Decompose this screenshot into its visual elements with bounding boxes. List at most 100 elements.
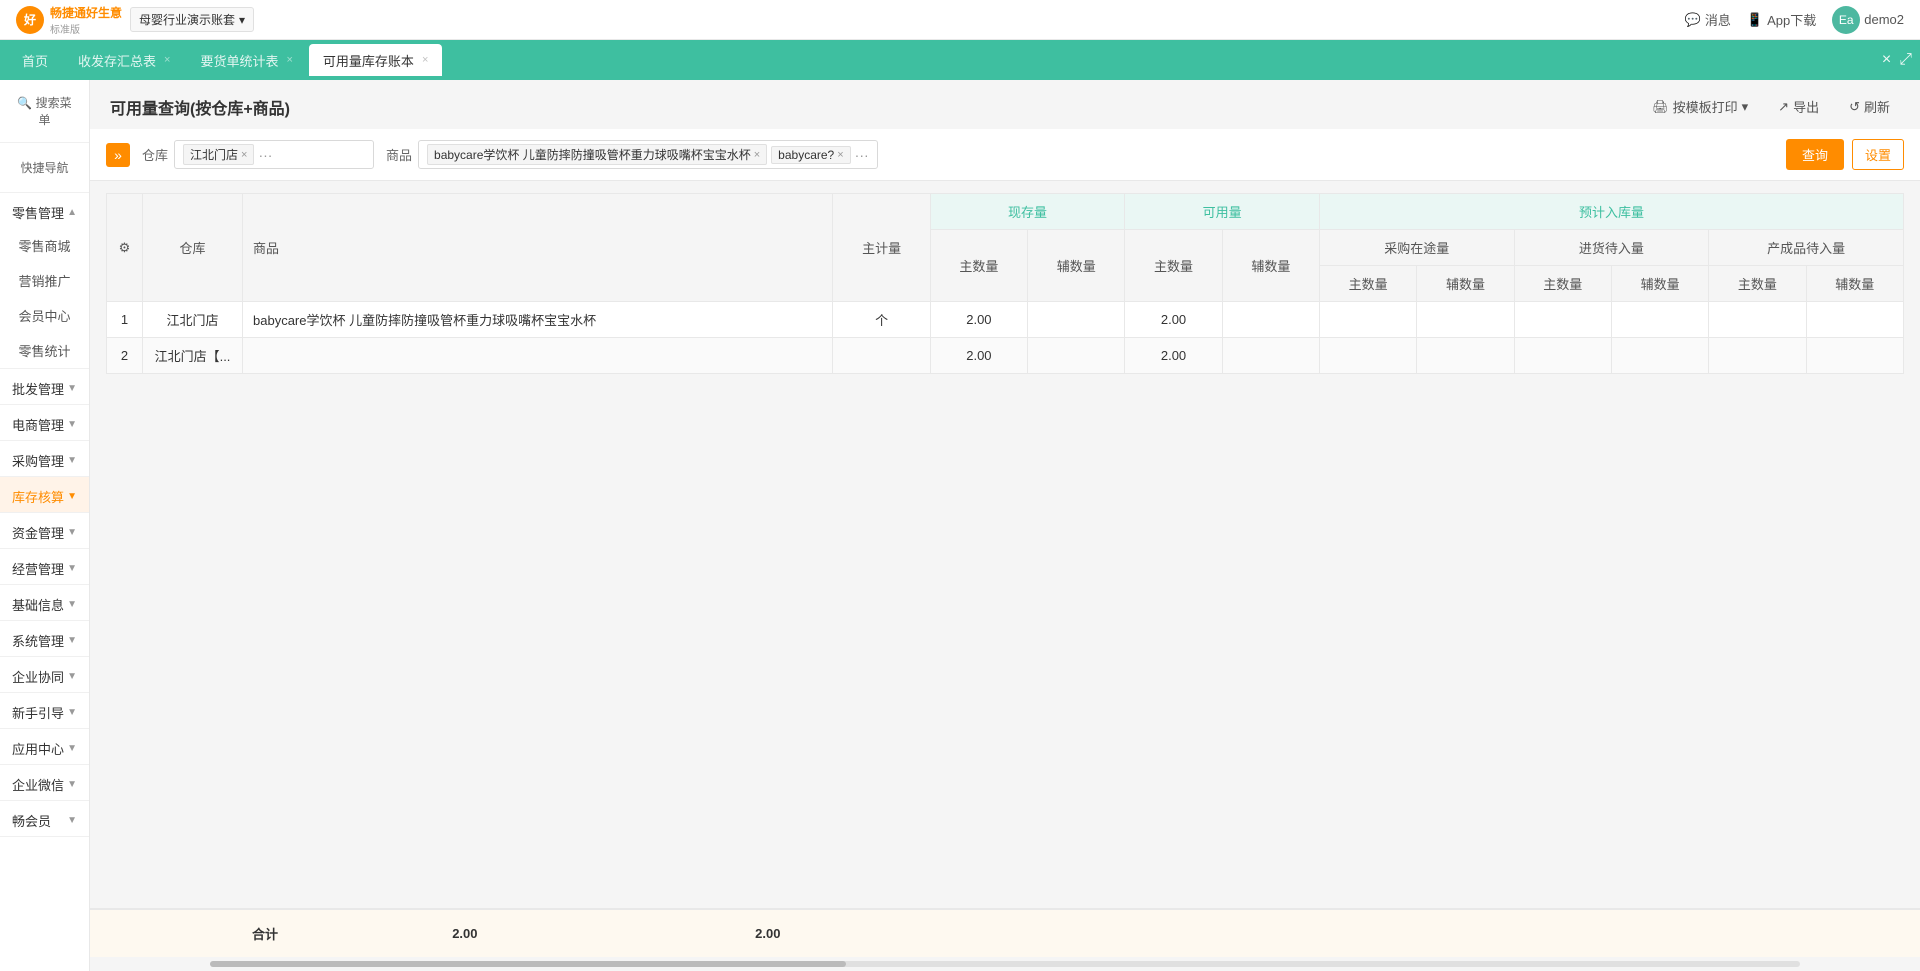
col-incoming-aux-header: 辅数量 <box>1611 266 1708 302</box>
sidebar-section-header-basic[interactable]: 基础信息 ▼ <box>0 585 89 620</box>
sidebar: 🔍 搜索菜单 快捷导航 零售管理 ▲ 零售商城 营销推广 会员中心 <box>0 80 90 971</box>
download-icon: 📱 <box>1747 12 1763 28</box>
chevron-down-icon: ▼ <box>67 707 77 718</box>
close-window-button[interactable]: × <box>1882 51 1891 69</box>
search-menu-button[interactable]: 🔍 搜索菜单 <box>8 90 81 132</box>
message-button[interactable]: 💬 消息 <box>1685 10 1731 29</box>
sidebar-section-enterprise-wechat: 企业微信 ▼ <box>0 765 89 801</box>
product-tag-1: babycare? × <box>771 146 850 164</box>
sidebar-section-header-enterprise[interactable]: 企业协同 ▼ <box>0 657 89 692</box>
sidebar-section-header-system[interactable]: 系统管理 ▼ <box>0 621 89 656</box>
industry-selector[interactable]: 母婴行业演示账套 ▾ <box>130 7 254 32</box>
sidebar-item-marketing[interactable]: 营销推广 <box>0 263 89 298</box>
sidebar-section-header-purchase[interactable]: 采购管理 ▼ <box>0 441 89 476</box>
sidebar-section-header-vip[interactable]: 畅会员 ▼ <box>0 801 89 836</box>
tab-available-stock[interactable]: 可用量库存账本 × <box>309 44 442 76</box>
chevron-down-icon: ▼ <box>67 419 77 430</box>
main-layout: 🔍 搜索菜单 快捷导航 零售管理 ▲ 零售商城 营销推广 会员中心 <box>0 80 1920 971</box>
close-icon[interactable]: × <box>164 54 170 66</box>
sidebar-section-enterprise: 企业协同 ▼ <box>0 657 89 693</box>
scrollbar-thumb[interactable] <box>210 961 846 967</box>
sidebar-section-operations: 经营管理 ▼ <box>0 549 89 585</box>
filter-bar: » 仓库 江北门店 × ··· 商品 babycare学饮杯 儿童防摔防撞吸管杯… <box>90 129 1920 181</box>
filter-product-more-icon[interactable]: ··· <box>855 147 869 163</box>
sidebar-section-app-center: 应用中心 ▼ <box>0 729 89 765</box>
sidebar-section-header-wholesale[interactable]: 批发管理 ▼ <box>0 369 89 404</box>
user-profile[interactable]: Ea demo2 <box>1832 6 1904 34</box>
footer-available-main: 2.00 <box>692 918 843 949</box>
col-purchase-transit-header: 采购在途量 <box>1319 230 1514 266</box>
query-button[interactable]: 查询 <box>1786 139 1844 170</box>
sidebar-item-retail-mall[interactable]: 零售商城 <box>0 228 89 263</box>
refresh-button[interactable]: ↺ 刷新 <box>1839 92 1900 121</box>
top-bar-right: 💬 消息 📱 App下载 Ea demo2 <box>1685 6 1904 34</box>
sidebar-section-retail: 零售管理 ▲ 零售商城 营销推广 会员中心 零售统计 <box>0 193 89 369</box>
row-product <box>243 338 833 374</box>
sidebar-section-header-enterprise-wechat[interactable]: 企业微信 ▼ <box>0 765 89 800</box>
nav-tabs: 首页 收发存汇总表 × 要货单统计表 × 可用量库存账本 × × ⤢ <box>0 40 1920 80</box>
print-template-button[interactable]: 🖨 按模板打印 ▾ <box>1642 92 1758 121</box>
remove-product-tag-1-button[interactable]: × <box>837 149 843 161</box>
sidebar-section-finance: 资金管理 ▼ <box>0 513 89 549</box>
filter-toggle-button[interactable]: » <box>106 143 130 167</box>
col-available-main-header: 主数量 <box>1125 230 1222 302</box>
app-download-button[interactable]: 📱 App下载 <box>1747 10 1816 29</box>
remove-product-tag-0-button[interactable]: × <box>754 149 760 161</box>
tab-receivable[interactable]: 收发存汇总表 × <box>64 44 184 76</box>
table-container: ⚙ 仓库 商品 主计量 现存量 <box>90 181 1920 908</box>
export-icon: ↗ <box>1778 99 1789 115</box>
sidebar-section-header-ecommerce[interactable]: 电商管理 ▼ <box>0 405 89 440</box>
maximize-button[interactable]: ⤢ <box>1899 51 1912 69</box>
chevron-up-icon: ▲ <box>67 207 77 218</box>
sidebar-item-retail-stats[interactable]: 零售统计 <box>0 333 89 368</box>
chevron-down-icon: ▼ <box>67 599 77 610</box>
message-icon: 💬 <box>1685 12 1701 28</box>
sidebar-section-header-app-center[interactable]: 应用中心 ▼ <box>0 729 89 764</box>
product-filter-group: 商品 babycare学饮杯 儿童防摔防撞吸管杯重力球吸嘴杯宝宝水杯 × bab… <box>386 140 878 169</box>
sidebar-item-quick-nav[interactable]: 快捷导航 <box>0 151 89 184</box>
chevron-down-icon: ▼ <box>67 635 77 646</box>
col-available-header: 可用量 <box>1125 194 1320 230</box>
row-purchase-aux <box>1417 338 1514 374</box>
export-button[interactable]: ↗ 导出 <box>1768 92 1829 121</box>
col-settings-header[interactable]: ⚙ <box>107 194 143 302</box>
chevron-down-icon: ▼ <box>67 671 77 682</box>
page-header-actions: 🖨 按模板打印 ▾ ↗ 导出 ↺ 刷新 <box>1642 92 1900 121</box>
col-incoming-header: 进货待入量 <box>1514 230 1709 266</box>
bottom-scroll-area <box>90 957 1920 971</box>
col-current-stock-header: 现存量 <box>930 194 1125 230</box>
close-icon[interactable]: × <box>422 54 428 66</box>
col-production-aux-header: 辅数量 <box>1806 266 1903 302</box>
table-footer: 合计 2.00 2.00 <box>90 908 1920 957</box>
close-icon[interactable]: × <box>286 54 292 66</box>
remove-warehouse-tag-button[interactable]: × <box>241 149 247 161</box>
table-row: 2 江北门店【... 2.00 2.00 <box>107 338 1904 374</box>
col-available-aux-header: 辅数量 <box>1222 230 1319 302</box>
col-current-aux-header: 辅数量 <box>1028 230 1125 302</box>
tab-home[interactable]: 首页 <box>8 44 62 76</box>
settings-button[interactable]: 设置 <box>1852 139 1904 170</box>
sidebar-section-header-inventory[interactable]: 库存核算 ▼ <box>0 477 89 512</box>
top-bar: 好 畅捷通好生意 标准版 母婴行业演示账套 ▾ 💬 消息 📱 App下载 Ea … <box>0 0 1920 40</box>
sidebar-section-header-finance[interactable]: 资金管理 ▼ <box>0 513 89 548</box>
sidebar-section-header-newbie[interactable]: 新手引导 ▼ <box>0 693 89 728</box>
row-incoming-main <box>1514 338 1611 374</box>
sidebar-section-vip: 畅会员 ▼ <box>0 801 89 837</box>
logo-icon: 好 <box>16 6 44 34</box>
chevron-down-icon: ▼ <box>67 455 77 466</box>
sidebar-section-header-operations[interactable]: 经营管理 ▼ <box>0 549 89 584</box>
row-unit: 个 <box>833 302 930 338</box>
sidebar-item-member[interactable]: 会员中心 <box>0 298 89 333</box>
sidebar-section-newbie: 新手引导 ▼ <box>0 693 89 729</box>
filter-more-icon[interactable]: ··· <box>258 147 272 163</box>
sidebar-nav: 快捷导航 <box>0 143 89 193</box>
chevron-down-icon: ▼ <box>67 563 77 574</box>
warehouse-label: 仓库 <box>142 145 168 164</box>
sidebar-section-basic: 基础信息 ▼ <box>0 585 89 621</box>
warehouse-filter-field[interactable]: 江北门店 × ··· <box>174 140 374 169</box>
product-filter-field[interactable]: babycare学饮杯 儿童防摔防撞吸管杯重力球吸嘴杯宝宝水杯 × babyca… <box>418 140 878 169</box>
tab-order-stats[interactable]: 要货单统计表 × <box>186 44 306 76</box>
horizontal-scrollbar[interactable] <box>210 961 1800 967</box>
row-current-main: 2.00 <box>930 302 1027 338</box>
sidebar-section-header-retail[interactable]: 零售管理 ▲ <box>0 193 89 228</box>
